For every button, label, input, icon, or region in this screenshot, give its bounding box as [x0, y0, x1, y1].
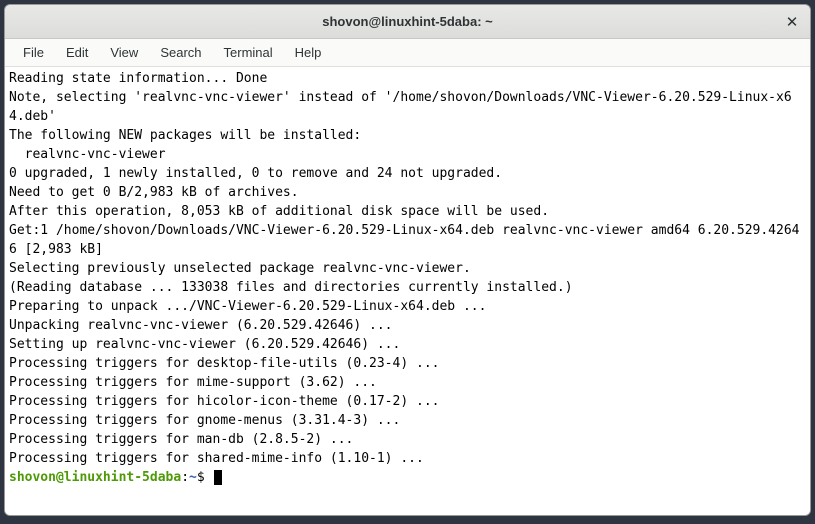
menu-view[interactable]: View — [100, 41, 148, 64]
cursor — [214, 470, 222, 485]
menu-search[interactable]: Search — [150, 41, 211, 64]
menu-file[interactable]: File — [13, 41, 54, 64]
menubar: File Edit View Search Terminal Help — [5, 39, 810, 67]
menu-help[interactable]: Help — [285, 41, 332, 64]
prompt-symbol: $ — [197, 470, 205, 485]
prompt-user-host: shovon@linuxhint-5daba — [9, 470, 181, 485]
close-button[interactable]: ✕ — [782, 12, 802, 32]
terminal-lines: Reading state information... Done Note, … — [9, 71, 800, 466]
prompt-path: ~ — [189, 470, 197, 485]
titlebar[interactable]: shovon@linuxhint-5daba: ~ ✕ — [5, 5, 810, 39]
prompt-separator: : — [181, 470, 189, 485]
terminal-output[interactable]: Reading state information... Done Note, … — [5, 67, 810, 515]
close-icon: ✕ — [786, 13, 799, 31]
window-title: shovon@linuxhint-5daba: ~ — [322, 14, 493, 29]
menu-edit[interactable]: Edit — [56, 41, 98, 64]
terminal-window: shovon@linuxhint-5daba: ~ ✕ File Edit Vi… — [4, 4, 811, 516]
menu-terminal[interactable]: Terminal — [214, 41, 283, 64]
